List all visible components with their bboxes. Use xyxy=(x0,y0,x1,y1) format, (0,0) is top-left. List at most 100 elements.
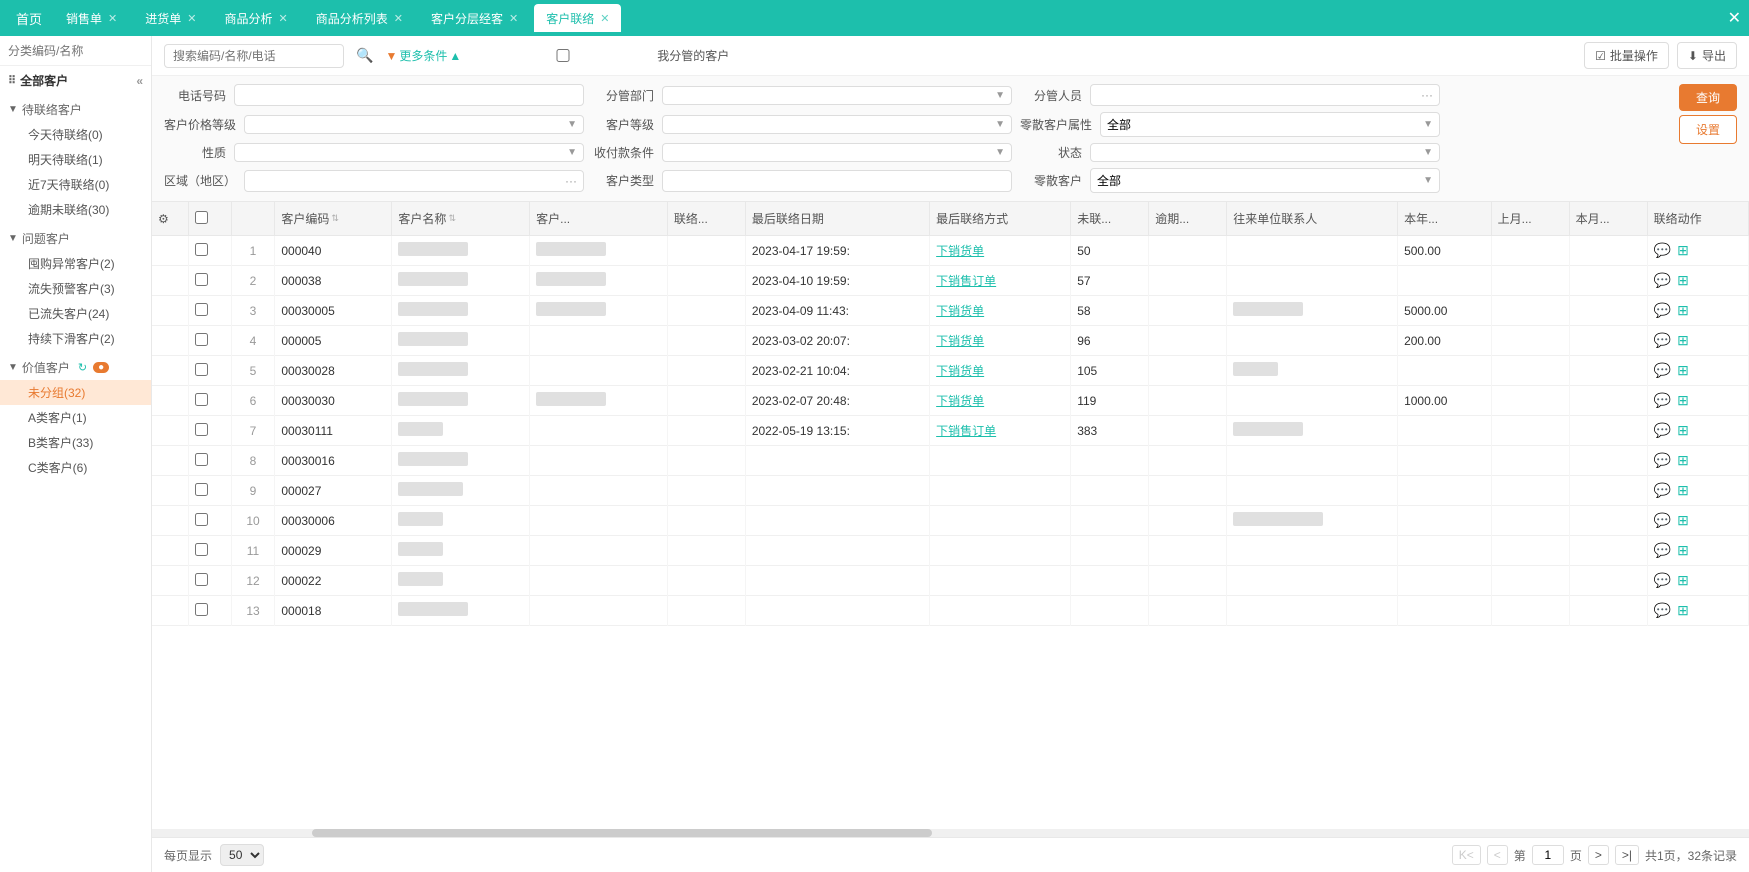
sidebar-item-churned[interactable]: 已流失客户(24) xyxy=(0,301,151,326)
nav-tab-sales[interactable]: 销售单 ✕ xyxy=(54,4,129,32)
next-page-button[interactable]: > xyxy=(1588,845,1609,865)
row-checkbox[interactable] xyxy=(188,386,231,416)
filter-status-select[interactable]: ▼ xyxy=(1090,143,1440,162)
row-checkbox[interactable] xyxy=(188,266,231,296)
nav-tab-customer-segment[interactable]: 客户分层经客 ✕ xyxy=(419,4,530,32)
more-action-icon[interactable]: ⊞ xyxy=(1677,572,1689,589)
chat-action-icon[interactable]: 💬 xyxy=(1654,362,1671,379)
chat-action-icon[interactable]: 💬 xyxy=(1654,512,1671,529)
row-checkbox[interactable] xyxy=(188,446,231,476)
row-select-checkbox[interactable] xyxy=(195,573,208,586)
row-select-checkbox[interactable] xyxy=(195,303,208,316)
th-name[interactable]: 客户名称⇅ xyxy=(392,202,530,236)
chat-action-icon[interactable]: 💬 xyxy=(1654,242,1671,259)
close-analysis-list-tab-icon[interactable]: ✕ xyxy=(394,12,403,25)
value-customers-group-title[interactable]: ▼ 价值客户 ↻ ● xyxy=(0,355,151,380)
row-checkbox[interactable] xyxy=(188,506,231,536)
last-method-link[interactable]: 下销货单 xyxy=(936,244,984,258)
th-checkbox[interactable] xyxy=(188,202,231,236)
th-last-method[interactable]: 最后联络方式 xyxy=(930,202,1071,236)
filter-phone-input[interactable] xyxy=(234,84,584,106)
problem-customers-group-title[interactable]: ▼ 问题客户 xyxy=(0,226,151,251)
sidebar-item-week-pending[interactable]: 近7天待联络(0) xyxy=(0,172,151,197)
scrollbar-thumb[interactable] xyxy=(312,829,932,837)
more-action-icon[interactable]: ⊞ xyxy=(1677,482,1689,499)
filter-dept-select[interactable]: ▼ xyxy=(662,86,1012,105)
chat-action-icon[interactable]: 💬 xyxy=(1654,272,1671,289)
last-method-link[interactable]: 下销货单 xyxy=(936,364,984,378)
more-conditions-button[interactable]: ▼ 更多条件 ▲ xyxy=(385,47,461,64)
th-code[interactable]: 客户编码⇅ xyxy=(275,202,392,236)
row-select-checkbox[interactable] xyxy=(195,513,208,526)
chat-action-icon[interactable]: 💬 xyxy=(1654,392,1671,409)
row-checkbox[interactable] xyxy=(188,596,231,626)
sidebar-item-class-c[interactable]: C类客户(6) xyxy=(0,455,151,480)
nav-home-tab[interactable]: 首页 xyxy=(8,9,50,28)
th-this-year[interactable]: 本年... xyxy=(1398,202,1492,236)
row-select-checkbox[interactable] xyxy=(195,543,208,556)
chat-action-icon[interactable]: 💬 xyxy=(1654,302,1671,319)
horizontal-scrollbar[interactable] xyxy=(152,829,1749,837)
chat-action-icon[interactable]: 💬 xyxy=(1654,422,1671,439)
more-action-icon[interactable]: ⊞ xyxy=(1677,422,1689,439)
my-customers-checkbox-label[interactable]: 我分管的客户 xyxy=(473,47,729,64)
th-this-month[interactable]: 本月... xyxy=(1569,202,1647,236)
more-action-icon[interactable]: ⊞ xyxy=(1677,272,1689,289)
th-contacts[interactable]: 往来单位联系人 xyxy=(1227,202,1398,236)
filter-region-dots[interactable]: ··· xyxy=(244,170,584,192)
export-button[interactable]: ⬇ 导出 xyxy=(1677,42,1737,69)
sidebar-item-class-b[interactable]: B类客户(33) xyxy=(0,430,151,455)
row-checkbox[interactable] xyxy=(188,326,231,356)
last-method-link[interactable]: 下销货单 xyxy=(936,304,984,318)
filter-manager-dots[interactable]: ··· xyxy=(1090,84,1440,106)
page-size-select[interactable]: 50 xyxy=(220,844,264,866)
more-action-icon[interactable]: ⊞ xyxy=(1677,392,1689,409)
window-close-button[interactable]: ✕ xyxy=(1728,8,1741,28)
sidebar-item-overdue-pending[interactable]: 逾期未联络(30) xyxy=(0,197,151,222)
th-last-month[interactable]: 上月... xyxy=(1491,202,1569,236)
chat-action-icon[interactable]: 💬 xyxy=(1654,452,1671,469)
select-all-checkbox[interactable] xyxy=(195,211,208,224)
last-method-link[interactable]: 下销货单 xyxy=(936,334,984,348)
last-method-link[interactable]: 下销售订单 xyxy=(936,274,996,288)
chat-action-icon[interactable]: 💬 xyxy=(1654,482,1671,499)
row-checkbox[interactable] xyxy=(188,236,231,266)
sidebar-item-declining[interactable]: 持续下滑客户(2) xyxy=(0,326,151,351)
th-contact[interactable]: 联络... xyxy=(667,202,745,236)
row-select-checkbox[interactable] xyxy=(195,243,208,256)
my-customers-checkbox[interactable] xyxy=(473,49,653,62)
row-checkbox[interactable] xyxy=(188,476,231,506)
row-select-checkbox[interactable] xyxy=(195,423,208,436)
search-input[interactable] xyxy=(164,44,344,68)
more-action-icon[interactable]: ⊞ xyxy=(1677,512,1689,529)
close-analysis-tab-icon[interactable]: ✕ xyxy=(279,12,288,25)
th-overdue[interactable]: 逾期... xyxy=(1149,202,1227,236)
row-checkbox[interactable] xyxy=(188,296,231,326)
last-method-link[interactable]: 下销售订单 xyxy=(936,424,996,438)
row-select-checkbox[interactable] xyxy=(195,603,208,616)
nav-tab-analysis-list[interactable]: 商品分析列表 ✕ xyxy=(304,4,415,32)
th-last-date[interactable]: 最后联络日期 xyxy=(745,202,929,236)
all-customers-title[interactable]: ⠿ 全部客户 « xyxy=(0,66,151,95)
close-customer-contact-tab-icon[interactable]: ✕ xyxy=(600,12,609,25)
row-select-checkbox[interactable] xyxy=(195,483,208,496)
chat-action-icon[interactable]: 💬 xyxy=(1654,542,1671,559)
sidebar-item-ungrouped[interactable]: 未分组(32) xyxy=(0,380,151,405)
filter-price-grade-select[interactable]: ▼ xyxy=(244,115,584,134)
close-purchase-tab-icon[interactable]: ✕ xyxy=(187,12,196,25)
row-checkbox[interactable] xyxy=(188,416,231,446)
row-select-checkbox[interactable] xyxy=(195,273,208,286)
filter-retail-customer-select[interactable]: 全部 ▼ xyxy=(1090,168,1440,193)
batch-operation-button[interactable]: ☑ 批量操作 xyxy=(1584,42,1669,69)
filter-customer-type-input[interactable] xyxy=(662,170,1012,192)
th-settings[interactable]: ⚙ xyxy=(152,202,188,236)
page-number-input[interactable] xyxy=(1532,845,1564,865)
more-action-icon[interactable]: ⊞ xyxy=(1677,332,1689,349)
last-page-button[interactable]: >| xyxy=(1615,845,1639,865)
filter-payment-select[interactable]: ▼ xyxy=(662,143,1012,162)
nav-tab-customer-contact[interactable]: 客户联络 ✕ xyxy=(534,4,621,32)
more-action-icon[interactable]: ⊞ xyxy=(1677,542,1689,559)
chat-action-icon[interactable]: 💬 xyxy=(1654,332,1671,349)
filter-customer-grade-select[interactable]: ▼ xyxy=(662,115,1012,134)
th-type[interactable]: 客户... xyxy=(530,202,668,236)
